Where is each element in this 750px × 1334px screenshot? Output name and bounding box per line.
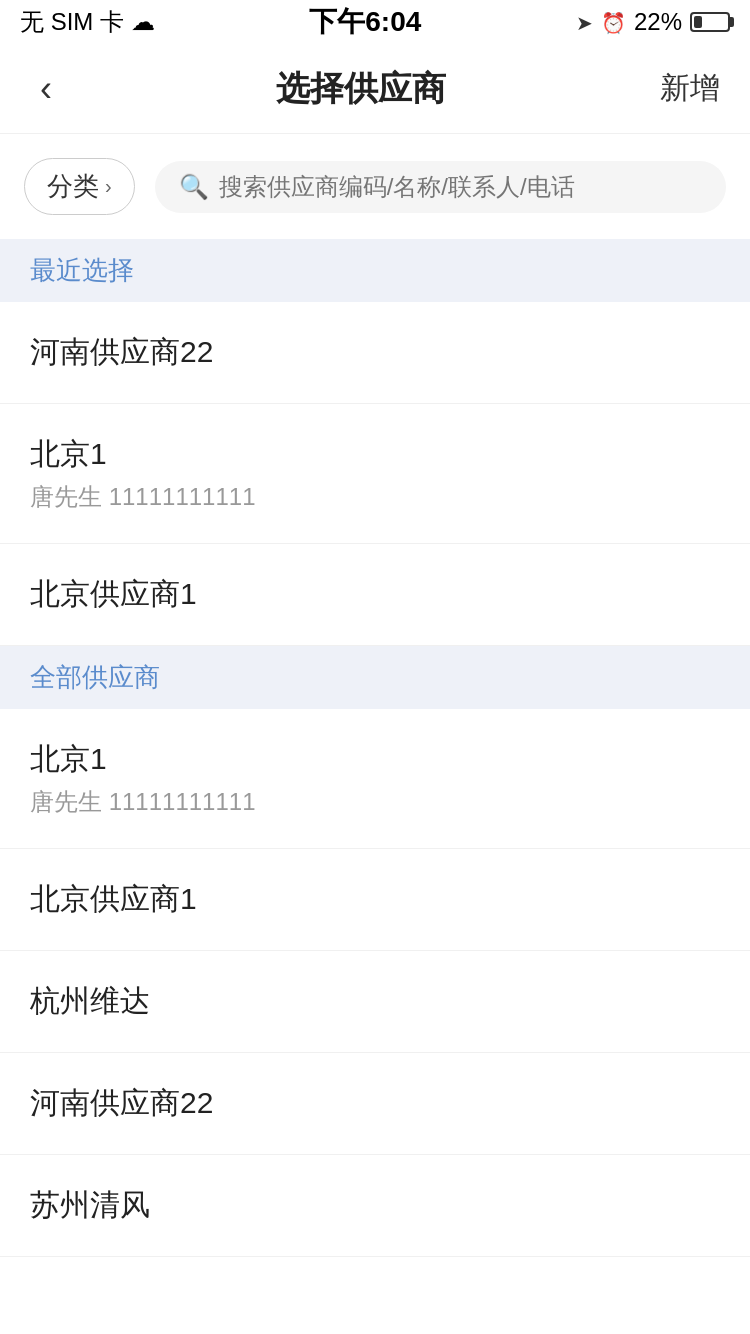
search-input-wrapper[interactable]: 🔍 [155,161,726,213]
recent-items-list: 河南供应商22 北京1 唐先生 11111111111 北京供应商1 [0,302,750,646]
item-name: 北京1 [30,739,720,780]
status-time: 下午6:04 [309,3,421,41]
all-section-header: 全部供应商 [0,646,750,709]
add-button[interactable]: 新增 [660,68,720,109]
location-icon [576,8,593,36]
list-item[interactable]: 北京1 唐先生 11111111111 [0,709,750,849]
alarm-icon [601,8,626,36]
all-section-label: 全部供应商 [30,662,160,692]
status-left: 无 SIM 卡 ☁ [20,6,155,38]
item-name: 北京1 [30,434,720,475]
item-name: 北京供应商1 [30,574,720,615]
list-item[interactable]: 北京供应商1 [0,849,750,951]
search-input[interactable] [219,173,702,201]
list-item[interactable]: 北京供应商1 [0,544,750,646]
list-item[interactable]: 杭州维达 [0,951,750,1053]
back-button[interactable]: ‹ [30,58,62,120]
item-sub: 唐先生 11111111111 [30,481,720,513]
recent-section-label: 最近选择 [30,255,134,285]
list-item[interactable]: 河南供应商22 [0,302,750,404]
all-items-list: 北京1 唐先生 11111111111 北京供应商1 杭州维达河南供应商22 苏州清风 [0,709,750,1257]
nav-title: 选择供应商 [276,66,446,112]
recent-section-header: 最近选择 [0,239,750,302]
battery-percent: 22% [634,8,682,36]
search-area: 分类 › 🔍 [0,134,750,239]
list-item[interactable]: 北京1 唐先生 11111111111 [0,404,750,544]
category-button[interactable]: 分类 › [24,158,135,215]
chevron-right-icon: › [105,175,112,198]
status-right: 22% [576,8,730,36]
search-icon: 🔍 [179,173,209,201]
no-sim-text: 无 SIM 卡 ☁ [20,6,155,38]
category-label: 分类 [47,169,99,204]
battery-icon [690,12,730,32]
item-name: 杭州维达 [30,981,720,1022]
item-name: 北京供应商1 [30,879,720,920]
list-item[interactable]: 苏州清风 [0,1155,750,1257]
item-sub: 唐先生 11111111111 [30,786,720,818]
nav-bar: ‹ 选择供应商 新增 [0,44,750,134]
item-name: 河南供应商22 [30,332,720,373]
item-name: 苏州清风 [30,1185,720,1226]
status-bar: 无 SIM 卡 ☁ 下午6:04 22% [0,0,750,44]
item-name: 河南供应商22 [30,1083,720,1124]
list-item[interactable]: 河南供应商22 [0,1053,750,1155]
